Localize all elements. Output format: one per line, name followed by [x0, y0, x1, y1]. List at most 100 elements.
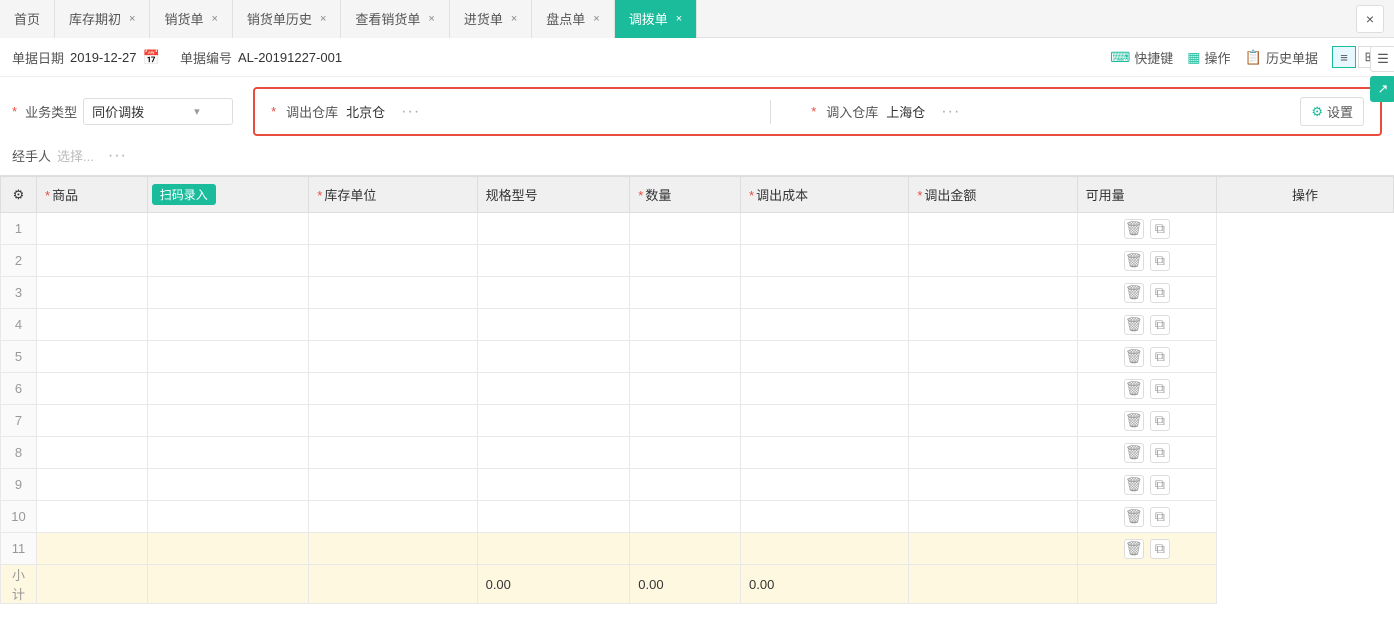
- product-cell[interactable]: [37, 437, 148, 469]
- copy-icon[interactable]: ⧉: [1150, 347, 1170, 367]
- warehouse-divider: [770, 100, 771, 124]
- cost-cell: [630, 341, 741, 373]
- copy-icon[interactable]: ⧉: [1150, 315, 1170, 335]
- tab-sales-history[interactable]: 销货单历史 ×: [233, 0, 341, 38]
- delete-icon[interactable]: 🗑: [1124, 379, 1144, 399]
- available-cell: [909, 469, 1077, 501]
- product-cell[interactable]: [37, 213, 148, 245]
- delete-icon[interactable]: 🗑: [1124, 315, 1144, 335]
- tab-sales-order-close[interactable]: ×: [211, 13, 217, 25]
- copy-icon[interactable]: ⧉: [1150, 475, 1170, 495]
- copy-icon[interactable]: ⧉: [1150, 251, 1170, 271]
- sidebar-export-icon[interactable]: ↗: [1370, 76, 1394, 102]
- unit-cell: [147, 277, 309, 309]
- row-number: 9: [1, 469, 37, 501]
- warehouse-box: * 调出仓库 北京仓 ··· * 调入仓库 上海仓 ··· ⚙ 设置: [253, 87, 1382, 136]
- delete-icon[interactable]: 🗑: [1124, 347, 1144, 367]
- sidebar-list-icon[interactable]: ☰: [1370, 46, 1394, 72]
- copy-icon[interactable]: ⧉: [1150, 539, 1170, 559]
- tab-inventory-check-close[interactable]: ×: [593, 13, 599, 25]
- product-cell[interactable]: [37, 245, 148, 277]
- tab-sales-order[interactable]: 销货单 ×: [150, 0, 232, 38]
- tab-transfer-order-close[interactable]: ×: [676, 13, 682, 25]
- copy-icon[interactable]: ⧉: [1150, 219, 1170, 239]
- product-cell[interactable]: [37, 405, 148, 437]
- tab-inventory-check[interactable]: 盘点单 ×: [532, 0, 614, 38]
- shortcuts-button[interactable]: ⌨ 快捷键: [1110, 48, 1173, 67]
- warehouse-in-more-icon[interactable]: ···: [941, 103, 960, 121]
- product-cell[interactable]: [37, 277, 148, 309]
- spec-cell: [309, 213, 477, 245]
- copy-icon[interactable]: ⧉: [1150, 411, 1170, 431]
- delete-icon[interactable]: 🗑: [1124, 283, 1144, 303]
- settings-button[interactable]: ⚙ 设置: [1300, 97, 1364, 126]
- product-cell[interactable]: [37, 341, 148, 373]
- spec-cell: [309, 405, 477, 437]
- product-cell[interactable]: [37, 533, 148, 565]
- delete-icon[interactable]: 🗑: [1124, 475, 1144, 495]
- delete-icon[interactable]: 🗑: [1124, 411, 1144, 431]
- delete-icon[interactable]: 🗑: [1124, 251, 1144, 271]
- tab-transfer-order[interactable]: 调拨单 ×: [615, 0, 697, 38]
- person-select-value[interactable]: 选择...: [57, 146, 94, 165]
- tab-inventory-init[interactable]: 库存期初 ×: [55, 0, 150, 38]
- th-cost: 调出成本: [741, 177, 909, 213]
- tab-inventory-init-close[interactable]: ×: [129, 13, 135, 25]
- tab-purchase-order[interactable]: 进货单 ×: [450, 0, 532, 38]
- tab-home[interactable]: 首页: [0, 0, 55, 38]
- unit-cell: [147, 437, 309, 469]
- tab-view-sales[interactable]: 查看销货单 ×: [341, 0, 449, 38]
- tab-view-sales-label: 查看销货单: [355, 9, 420, 28]
- toolbar: 单据日期 2019-12-27 📅 单据编号 AL-20191227-001 ⌨…: [0, 38, 1394, 77]
- form-row-1: * 业务类型 同价调拨 ▾ * 调出仓库 北京仓 ···: [12, 87, 1382, 136]
- action-cell: 🗑 ⧉: [1077, 277, 1216, 309]
- row-number: 4: [1, 309, 37, 341]
- table-row: 4 🗑 ⧉: [1, 309, 1394, 341]
- delete-icon[interactable]: 🗑: [1124, 539, 1144, 559]
- scan-button[interactable]: 扫码录入: [152, 184, 216, 205]
- unit-cell: [147, 469, 309, 501]
- person-more-icon[interactable]: ···: [108, 147, 127, 165]
- tab-home-label: 首页: [14, 9, 40, 28]
- warehouse-out-more-icon[interactable]: ···: [401, 103, 420, 121]
- available-cell: [909, 309, 1077, 341]
- copy-icon[interactable]: ⧉: [1150, 283, 1170, 303]
- delete-icon[interactable]: 🗑: [1124, 507, 1144, 527]
- row-number: 6: [1, 373, 37, 405]
- list-view-button[interactable]: ≡: [1332, 46, 1356, 68]
- operations-button[interactable]: ▦ 操作: [1187, 48, 1230, 67]
- tab-purchase-order-close[interactable]: ×: [511, 13, 517, 25]
- warehouse-out-value: 北京仓: [346, 102, 385, 121]
- product-cell[interactable]: [37, 373, 148, 405]
- calendar-icon[interactable]: 📅: [143, 49, 160, 66]
- tab-view-sales-close[interactable]: ×: [428, 13, 434, 25]
- amount-cell: [741, 501, 909, 533]
- th-gear[interactable]: ⚙: [1, 177, 37, 213]
- history-button[interactable]: 📋 历史单据: [1245, 48, 1318, 67]
- available-cell: [909, 533, 1077, 565]
- subtotal-actions: [1077, 565, 1216, 604]
- tab-inventory-init-label: 库存期初: [69, 9, 121, 28]
- tab-sales-order-label: 销货单: [164, 9, 203, 28]
- product-cell[interactable]: [37, 309, 148, 341]
- amount-cell: [741, 405, 909, 437]
- copy-icon[interactable]: ⧉: [1150, 379, 1170, 399]
- tab-sales-history-label: 销货单历史: [247, 9, 312, 28]
- subtotal-spec: [309, 565, 477, 604]
- spec-cell: [309, 373, 477, 405]
- product-cell[interactable]: [37, 501, 148, 533]
- business-type-dropdown[interactable]: 同价调拨 ▾: [83, 98, 233, 125]
- window-close-button[interactable]: ×: [1356, 5, 1384, 33]
- delete-icon[interactable]: 🗑: [1124, 219, 1144, 239]
- copy-icon[interactable]: ⧉: [1150, 507, 1170, 527]
- delete-icon[interactable]: 🗑: [1124, 443, 1144, 463]
- copy-icon[interactable]: ⧉: [1150, 443, 1170, 463]
- tab-sales-history-close[interactable]: ×: [320, 13, 326, 25]
- available-cell: [909, 245, 1077, 277]
- amount-cell: [741, 213, 909, 245]
- unit-cell: [147, 373, 309, 405]
- product-cell[interactable]: [37, 469, 148, 501]
- cost-cell: [630, 277, 741, 309]
- cost-cell: [630, 501, 741, 533]
- quantity-cell: [477, 277, 630, 309]
